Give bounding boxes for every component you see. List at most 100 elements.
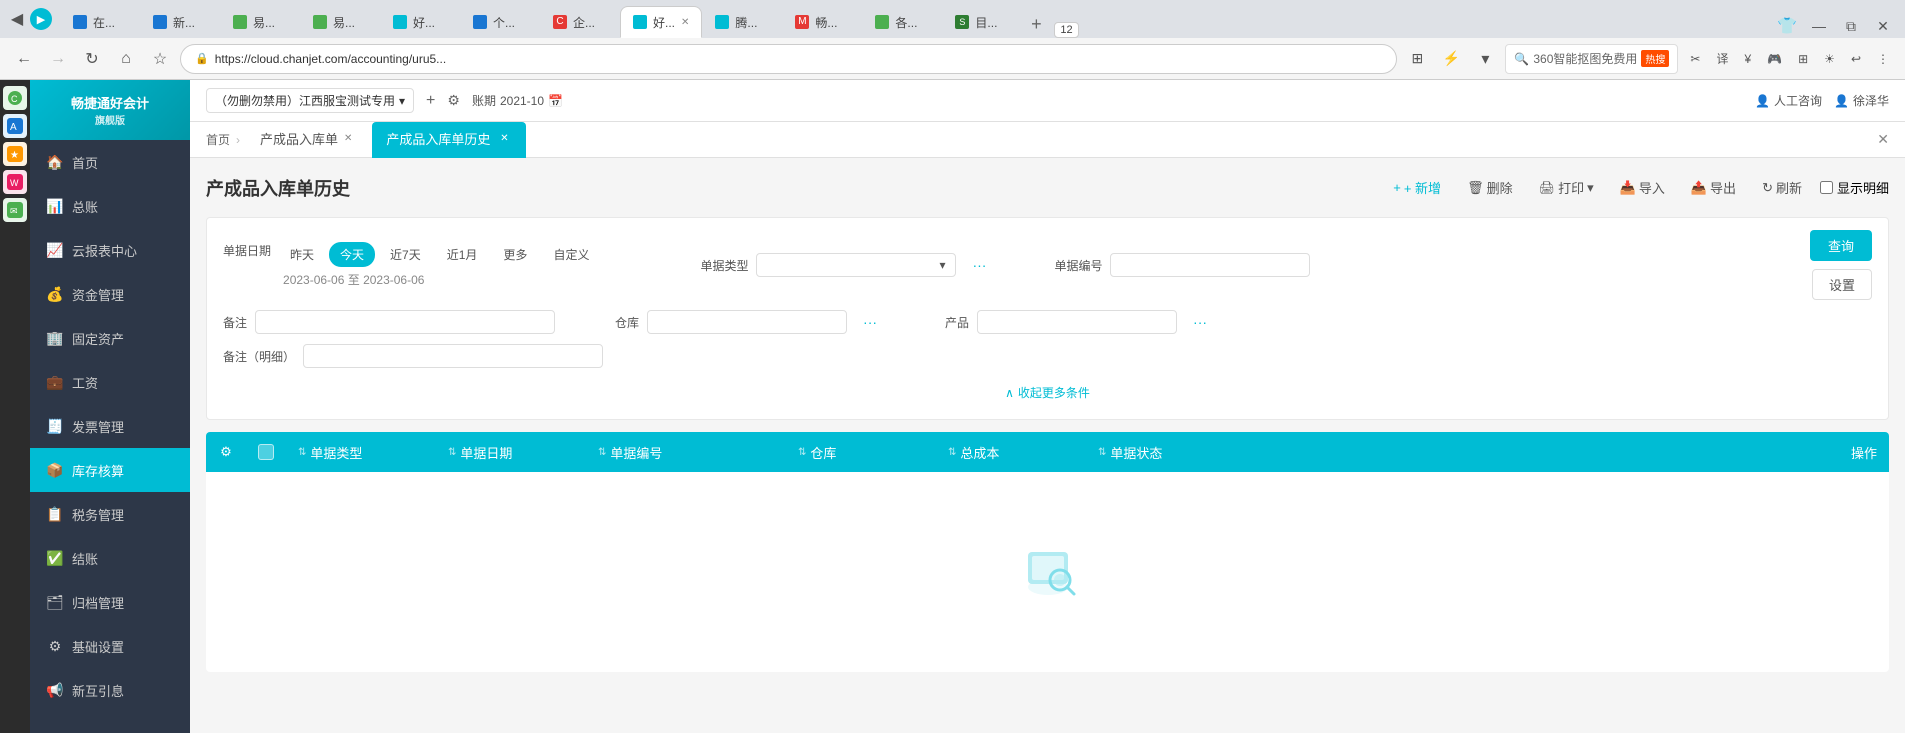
game-tool[interactable]: 🎮 [1761, 45, 1788, 73]
tab-3[interactable]: 易... [220, 6, 300, 38]
restore-button[interactable]: ⧉ [1839, 14, 1863, 38]
undo-tool[interactable]: ↩ [1845, 45, 1867, 73]
dots-btn-product[interactable]: ··· [1185, 312, 1215, 332]
date-tab-today[interactable]: 今天 [329, 242, 375, 267]
translate-tool[interactable]: 译 [1710, 45, 1734, 73]
th-settings[interactable]: ⚙ [206, 444, 246, 460]
refresh-button[interactable]: ↻ 刷新 [1754, 174, 1810, 201]
forward-button[interactable]: → [44, 45, 72, 73]
date-tab-7days[interactable]: 近7天 [379, 242, 432, 267]
tab-8-active[interactable]: 好... ✕ [620, 6, 702, 38]
sidebar-item-assets[interactable]: 🏢 固定资产 [30, 316, 190, 360]
sidebar-item-home[interactable]: 🏠 首页 [30, 140, 190, 184]
breadcrumb-home[interactable]: 首页 [206, 131, 230, 148]
tab-7[interactable]: C 企... [540, 6, 620, 38]
close-panel-button[interactable]: ✕ [1877, 131, 1889, 148]
grid-icon[interactable]: ⊞ [1403, 45, 1431, 73]
tab-count-badge[interactable]: 12 [1054, 22, 1078, 38]
tab-9[interactable]: 腾... [702, 6, 782, 38]
tab-parent[interactable]: 产成品入库单 ✕ [246, 122, 366, 158]
sidebar-item-tax[interactable]: 📋 税务管理 [30, 492, 190, 536]
app-icon-3[interactable]: W [3, 170, 27, 194]
add-company-button[interactable]: + [426, 92, 435, 110]
back-button[interactable]: ← [10, 45, 38, 73]
sidebar-item-settings[interactable]: ⚙ 基础设置 [30, 624, 190, 668]
bookmark-button[interactable]: ☆ [146, 45, 174, 73]
back-icon[interactable]: ◀ [8, 10, 26, 28]
chanjet-icon[interactable]: C [3, 86, 27, 110]
yuan-tool[interactable]: ¥ [1738, 45, 1757, 73]
date-tab-yesterday[interactable]: 昨天 [279, 242, 325, 267]
more-tool[interactable]: ⋮ [1871, 45, 1895, 73]
layout-tool[interactable]: ⊞ [1792, 45, 1814, 73]
scissors-tool[interactable]: ✂ [1684, 45, 1706, 73]
settings-gear-icon[interactable]: ⚙ [447, 92, 460, 109]
sidebar-item-news[interactable]: 📢 新互引息 [30, 668, 190, 712]
query-button[interactable]: 查询 [1810, 230, 1872, 261]
tab-12[interactable]: S 目... [942, 6, 1022, 38]
sidebar-item-checkout[interactable]: ✅ 结账 [30, 536, 190, 580]
column-settings-icon[interactable]: ⚙ [220, 444, 232, 460]
user-avatar[interactable]: 👤 徐泽华 [1834, 92, 1889, 109]
tab-4[interactable]: 易... [300, 6, 380, 38]
display-detail-checkbox[interactable] [1820, 181, 1833, 194]
search-box[interactable]: 🔍 360智能抠图免费用 热搜 [1505, 44, 1678, 74]
print-button[interactable]: 🖨 打印 ▾ [1531, 174, 1602, 201]
tab-2[interactable]: 新... [140, 6, 220, 38]
tab-close-icon[interactable]: ✕ [681, 17, 689, 28]
header-checkbox[interactable] [258, 444, 274, 460]
sidebar-item-funds[interactable]: 💰 资金管理 [30, 272, 190, 316]
th-checkbox[interactable] [246, 444, 286, 460]
dots-btn-bill[interactable]: ··· [964, 255, 994, 275]
warehouse-input[interactable] [647, 310, 847, 334]
th-bill-status[interactable]: ⇅ 单据状态 [1086, 443, 1236, 462]
add-tab-button[interactable]: + [1022, 10, 1050, 38]
add-button[interactable]: + + 新增 [1385, 174, 1449, 201]
sidebar-item-reports[interactable]: 📈 云报表中心 [30, 228, 190, 272]
date-tab-custom[interactable]: 自定义 [542, 242, 600, 267]
home-button[interactable]: ⌂ [112, 45, 140, 73]
calendar-icon[interactable]: 📅 [548, 94, 563, 108]
app-icon-4[interactable]: ✉ [3, 198, 27, 222]
th-total-cost[interactable]: ⇅ 总成本 [936, 443, 1086, 462]
collapse-button[interactable]: ∧ 收起更多条件 [223, 378, 1872, 407]
tab-5[interactable]: 好... [380, 6, 460, 38]
reload-button[interactable]: ↻ [78, 45, 106, 73]
th-bill-type[interactable]: ⇅ 单据类型 [286, 443, 436, 462]
date-tab-1month[interactable]: 近1月 [436, 242, 489, 267]
tab-current-close-icon[interactable]: ✕ [496, 131, 512, 147]
dropdown-icon[interactable]: ▾ [1471, 45, 1499, 73]
th-bill-date[interactable]: ⇅ 单据日期 [436, 443, 586, 462]
address-input[interactable]: 🔒 https://cloud.chanjet.com/accounting/u… [180, 44, 1397, 74]
tab-1[interactable]: 在... [60, 6, 140, 38]
tab-11[interactable]: 各... [862, 6, 942, 38]
sidebar-item-invoice[interactable]: 🧾 发票管理 [30, 404, 190, 448]
bill-no-input[interactable] [1110, 253, 1310, 277]
remark-detail-input[interactable] [303, 344, 603, 368]
export-button[interactable]: 📤 导出 [1683, 174, 1744, 201]
user-service[interactable]: 👤 人工咨询 [1755, 92, 1822, 109]
bill-type-select[interactable]: ▾ [756, 253, 956, 277]
tab-current[interactable]: 产成品入库单历史 ✕ [372, 122, 526, 158]
th-warehouse[interactable]: ⇅ 仓库 [786, 443, 936, 462]
sidebar-item-archive[interactable]: 🗂 归档管理 [30, 580, 190, 624]
shirt-icon[interactable]: 👕 [1775, 14, 1799, 38]
sidebar-item-inventory[interactable]: 📦 库存核算 [30, 448, 190, 492]
sidebar-item-salary[interactable]: 💼 工资 [30, 360, 190, 404]
filter-settings-button[interactable]: 设置 [1812, 269, 1872, 300]
location-icon[interactable]: ▶ [30, 8, 52, 30]
tab-6[interactable]: 个... [460, 6, 540, 38]
import-button[interactable]: 📥 导入 [1612, 174, 1673, 201]
brightness-tool[interactable]: ☀ [1818, 45, 1841, 73]
company-select[interactable]: （勿删勿禁用）江西服宝测试专用 ▾ [206, 88, 414, 113]
th-bill-no[interactable]: ⇅ 单据编号 [586, 443, 786, 462]
date-tab-more[interactable]: 更多 [492, 242, 538, 267]
delete-button[interactable]: 🗑 删除 [1459, 174, 1521, 201]
dots-btn-warehouse[interactable]: ··· [855, 312, 885, 332]
tab-10[interactable]: M 畅... [782, 6, 862, 38]
remark-input[interactable] [255, 310, 555, 334]
tab-parent-close-icon[interactable]: ✕ [344, 133, 352, 144]
lightning-icon[interactable]: ⚡ [1437, 45, 1465, 73]
app-icon-2[interactable]: ★ [3, 142, 27, 166]
minimize-button[interactable]: — [1807, 14, 1831, 38]
